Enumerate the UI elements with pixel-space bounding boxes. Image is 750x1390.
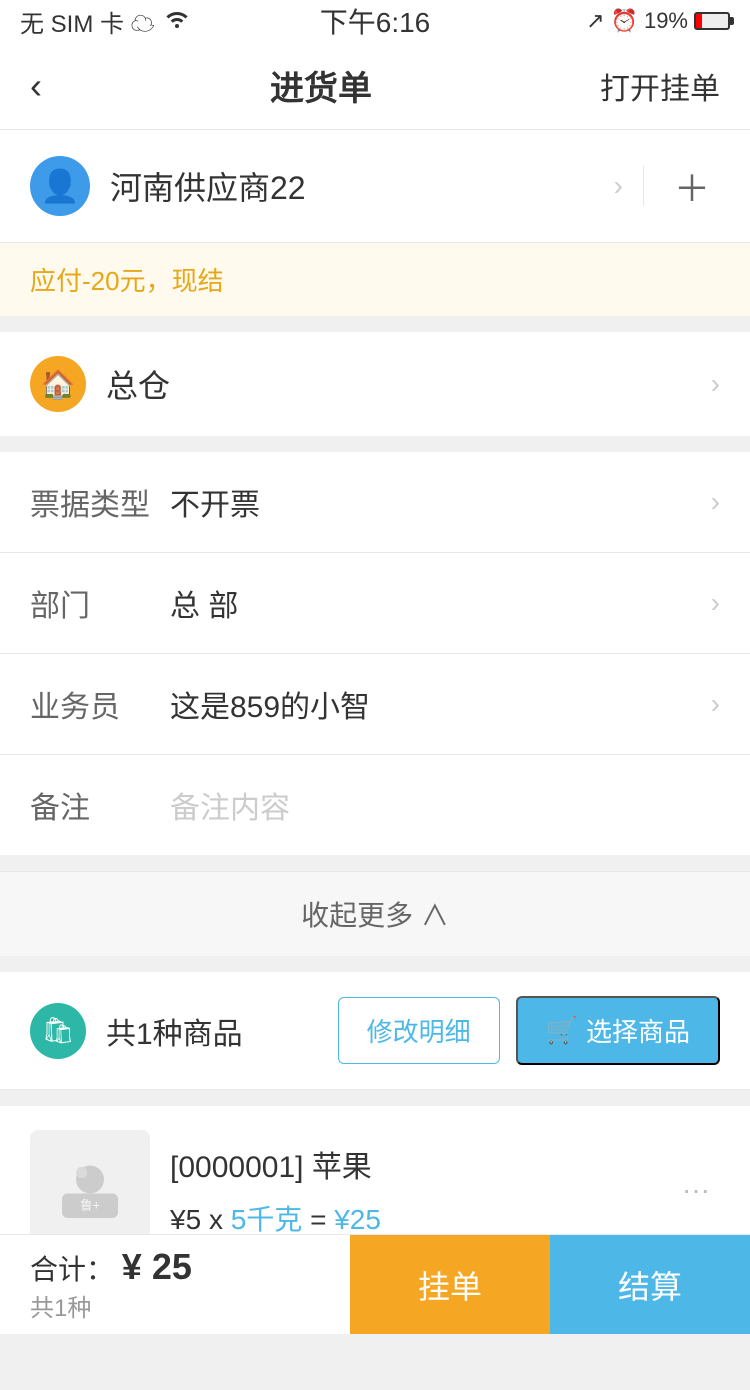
warning-row: 应付-20元，现结 xyxy=(0,243,750,316)
status-bar: 无 SIM 卡 ☁ 下午6:16 ↗ ⏰ 19% xyxy=(0,0,750,42)
product-title: 苹果 xyxy=(312,1151,372,1184)
total-count: 共1种 xyxy=(30,1288,320,1323)
salesperson-label: 业务员 xyxy=(30,682,170,726)
chevron-right-icon: › xyxy=(711,486,720,518)
nav-bar: ‹ 进货单 打开挂单 xyxy=(0,42,750,130)
total-label: 合计： xyxy=(30,1254,114,1285)
remark-row[interactable]: 备注 备注内容 xyxy=(0,755,750,855)
divider xyxy=(643,166,644,206)
ticket-type-row[interactable]: 票据类型 不开票 › xyxy=(0,452,750,553)
supplier-card: 👤 河南供应商22 › ＋ 应付-20元，现结 xyxy=(0,130,750,316)
status-right: ↗ ⏰ 19% xyxy=(586,8,730,34)
product-price-row: ¥5 x 5千克 = ¥25 xyxy=(170,1198,672,1238)
product-header: 🛍 共1种商品 修改明细 🛒 选择商品 xyxy=(0,972,750,1090)
total-amount: ¥ 25 xyxy=(122,1246,192,1287)
main-content: 👤 河南供应商22 › ＋ 应付-20元，现结 🏠 总仓 › 票据类型 不开票 … xyxy=(0,130,750,1390)
department-row[interactable]: 部门 总 部 › xyxy=(0,553,750,654)
status-left: 无 SIM 卡 ☁ xyxy=(20,4,191,39)
svg-text:鲁+: 鲁+ xyxy=(80,1199,100,1213)
ticket-type-label: 票据类型 xyxy=(30,480,170,524)
form-card: 票据类型 不开票 › 部门 总 部 › 业务员 这是859的小智 › 备注 备注… xyxy=(0,452,750,855)
salesperson-value: 这是859的小智 xyxy=(170,682,711,726)
salesperson-row[interactable]: 业务员 这是859的小智 › xyxy=(0,654,750,755)
chevron-right-icon: › xyxy=(614,170,623,202)
product-count: 共1种商品 xyxy=(106,1009,338,1053)
product-code: [0000001] xyxy=(170,1151,303,1184)
chevron-right-icon: › xyxy=(711,368,720,400)
hang-order-button[interactable]: 挂单 xyxy=(350,1235,550,1334)
collapse-button[interactable]: 收起更多 ∧ xyxy=(0,871,750,956)
location-icon: ↗ xyxy=(586,8,604,34)
select-product-label: 选择商品 xyxy=(586,1012,690,1049)
alarm-icon: ⏰ xyxy=(611,8,638,34)
bottom-bar: 合计： ¥ 25 共1种 挂单 结算 xyxy=(0,1234,750,1334)
equals-sign: = xyxy=(310,1204,334,1235)
supplier-row[interactable]: 👤 河南供应商22 › ＋ xyxy=(0,130,750,243)
product-thumbnail: 鲁+ xyxy=(30,1130,150,1250)
product-icon: 🛍 xyxy=(30,1003,86,1059)
checkout-button[interactable]: 结算 xyxy=(550,1235,750,1334)
chevron-right-icon: › xyxy=(711,587,720,619)
select-product-icon: 🛒 xyxy=(546,1015,578,1046)
remark-label: 备注 xyxy=(30,783,170,827)
unit-price: ¥5 xyxy=(170,1204,201,1235)
multiply-sign: x xyxy=(209,1204,231,1235)
wifi-icon xyxy=(163,7,191,35)
product-info: [0000001] 苹果 ¥5 x 5千克 = ¥25 xyxy=(170,1142,672,1238)
total-price: ¥25 xyxy=(334,1204,381,1235)
cart-icon: 🛍 xyxy=(41,1015,74,1046)
total-area: 合计： ¥ 25 共1种 xyxy=(0,1246,350,1323)
sim-label: 无 SIM 卡 ☁ xyxy=(20,4,155,39)
product-image-icon: 鲁+ xyxy=(55,1155,125,1225)
status-time: 下午6:16 xyxy=(320,1,431,41)
department-label: 部门 xyxy=(30,581,170,625)
warehouse-name: 总仓 xyxy=(106,361,711,407)
select-product-button[interactable]: 🛒 选择商品 xyxy=(516,996,720,1065)
ticket-type-value: 不开票 xyxy=(170,480,711,524)
remark-placeholder: 备注内容 xyxy=(170,783,720,827)
add-button[interactable]: ＋ xyxy=(664,150,720,222)
quantity: 5千克 xyxy=(231,1204,303,1235)
person-icon: 👤 xyxy=(40,167,80,205)
supplier-name: 河南供应商22 xyxy=(110,163,614,209)
more-options-button[interactable]: ··· xyxy=(672,1164,720,1216)
avatar: 👤 xyxy=(30,156,90,216)
warehouse-row[interactable]: 🏠 总仓 › xyxy=(0,332,750,436)
edit-detail-button[interactable]: 修改明细 xyxy=(338,997,500,1064)
battery-icon xyxy=(694,12,730,30)
warehouse-icon: 🏠 xyxy=(30,356,86,412)
department-value: 总 部 xyxy=(170,581,711,625)
total-line: 合计： ¥ 25 xyxy=(30,1246,320,1288)
home-icon: 🏠 xyxy=(41,368,76,401)
battery-label: 19% xyxy=(644,8,688,34)
open-hang-button[interactable]: 打开挂单 xyxy=(600,64,720,108)
product-name: [0000001] 苹果 xyxy=(170,1142,672,1186)
page-title: 进货单 xyxy=(270,61,372,110)
chevron-right-icon: › xyxy=(711,688,720,720)
product-section: 🛍 共1种商品 修改明细 🛒 选择商品 xyxy=(0,972,750,1090)
back-button[interactable]: ‹ xyxy=(30,65,42,107)
warehouse-card[interactable]: 🏠 总仓 › xyxy=(0,332,750,436)
